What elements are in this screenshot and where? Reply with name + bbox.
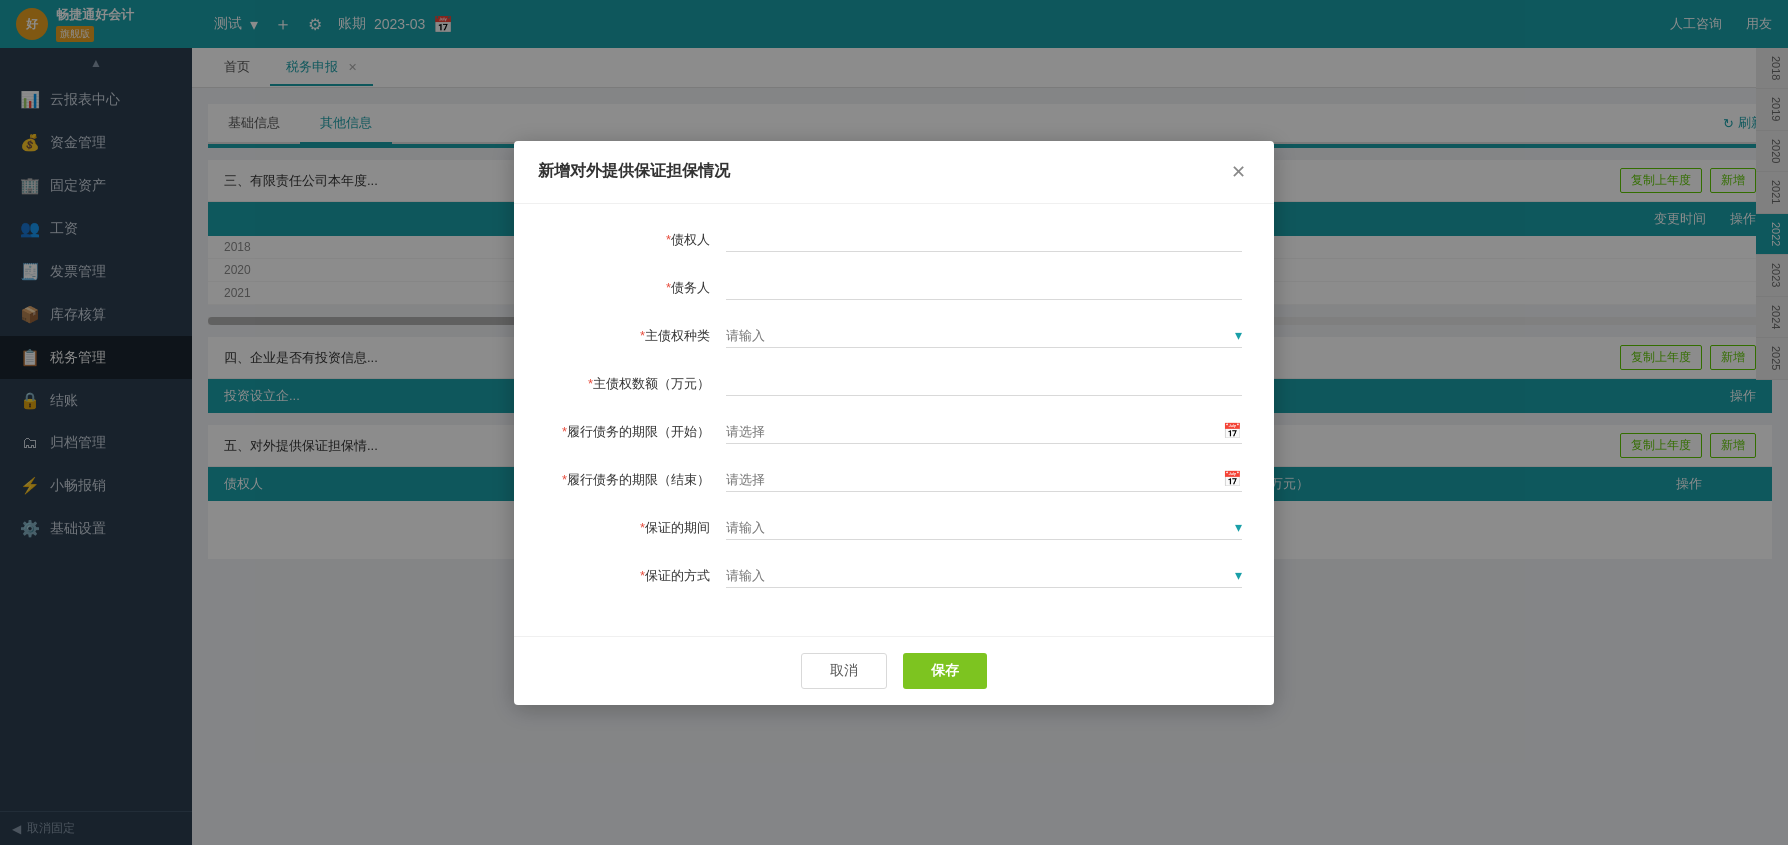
form-row-creditor: *债权人 xyxy=(546,228,1242,252)
debt-amount-input[interactable] xyxy=(726,372,1242,396)
dialog-footer: 取消 保存 xyxy=(514,636,1274,705)
dialog-header: 新增对外提供保证担保情况 ✕ xyxy=(514,141,1274,204)
debtor-required-mark: * xyxy=(666,280,671,295)
guarantee-method-select-wrap: ▾ xyxy=(726,564,1242,588)
guarantee-period-select-wrap: ▾ xyxy=(726,516,1242,540)
guarantee-method-label: *保证的方式 xyxy=(546,567,726,585)
creditor-required-mark: * xyxy=(666,232,671,247)
dialog-overlay: 新增对外提供保证担保情况 ✕ *债权人 *债务人 *主债权种类 xyxy=(0,0,1788,845)
dialog-close-button[interactable]: ✕ xyxy=(1227,157,1250,187)
form-row-guarantee-period: *保证的期间 ▾ xyxy=(546,516,1242,540)
creditor-label: *债权人 xyxy=(546,231,726,249)
guarantee-period-required-mark: * xyxy=(640,520,645,535)
period-start-calendar-icon[interactable]: 📅 xyxy=(1223,422,1242,440)
creditor-input[interactable] xyxy=(726,228,1242,252)
period-end-input[interactable] xyxy=(726,468,1223,491)
form-row-period-start: *履行债务的期限（开始） 📅 xyxy=(546,420,1242,444)
guarantee-period-label: *保证的期间 xyxy=(546,519,726,537)
period-end-required-mark: * xyxy=(562,472,567,487)
period-start-required-mark: * xyxy=(562,424,567,439)
period-end-calendar-icon[interactable]: 📅 xyxy=(1223,470,1242,488)
debt-type-select-wrap: ▾ xyxy=(726,324,1242,348)
form-row-debt-amount: *主债权数额（万元） xyxy=(546,372,1242,396)
save-button[interactable]: 保存 xyxy=(903,653,987,689)
form-row-debt-type: *主债权种类 ▾ xyxy=(546,324,1242,348)
period-start-label: *履行债务的期限（开始） xyxy=(546,423,726,441)
debt-type-label: *主债权种类 xyxy=(546,327,726,345)
form-row-debtor: *债务人 xyxy=(546,276,1242,300)
cancel-button[interactable]: 取消 xyxy=(801,653,887,689)
dialog-body: *债权人 *债务人 *主债权种类 ▾ xyxy=(514,204,1274,636)
guarantee-period-input[interactable] xyxy=(726,516,1235,539)
debt-type-required-mark: * xyxy=(640,328,645,343)
debtor-label: *债务人 xyxy=(546,279,726,297)
debtor-input[interactable] xyxy=(726,276,1242,300)
form-row-period-end: *履行债务的期限（结束） 📅 xyxy=(546,468,1242,492)
guarantee-method-arrow-icon[interactable]: ▾ xyxy=(1235,567,1242,583)
dialog: 新增对外提供保证担保情况 ✕ *债权人 *债务人 *主债权种类 xyxy=(514,141,1274,705)
period-start-date-wrap: 📅 xyxy=(726,420,1242,444)
guarantee-method-input[interactable] xyxy=(726,564,1235,587)
period-start-input[interactable] xyxy=(726,420,1223,443)
period-end-date-wrap: 📅 xyxy=(726,468,1242,492)
debt-amount-label: *主债权数额（万元） xyxy=(546,375,726,393)
guarantee-method-required-mark: * xyxy=(640,568,645,583)
period-end-label: *履行债务的期限（结束） xyxy=(546,471,726,489)
dialog-title: 新增对外提供保证担保情况 xyxy=(538,161,730,182)
guarantee-period-arrow-icon[interactable]: ▾ xyxy=(1235,519,1242,535)
debt-amount-required-mark: * xyxy=(588,376,593,391)
form-row-guarantee-method: *保证的方式 ▾ xyxy=(546,564,1242,588)
debt-type-input[interactable] xyxy=(726,324,1235,347)
debt-type-arrow-icon[interactable]: ▾ xyxy=(1235,327,1242,343)
